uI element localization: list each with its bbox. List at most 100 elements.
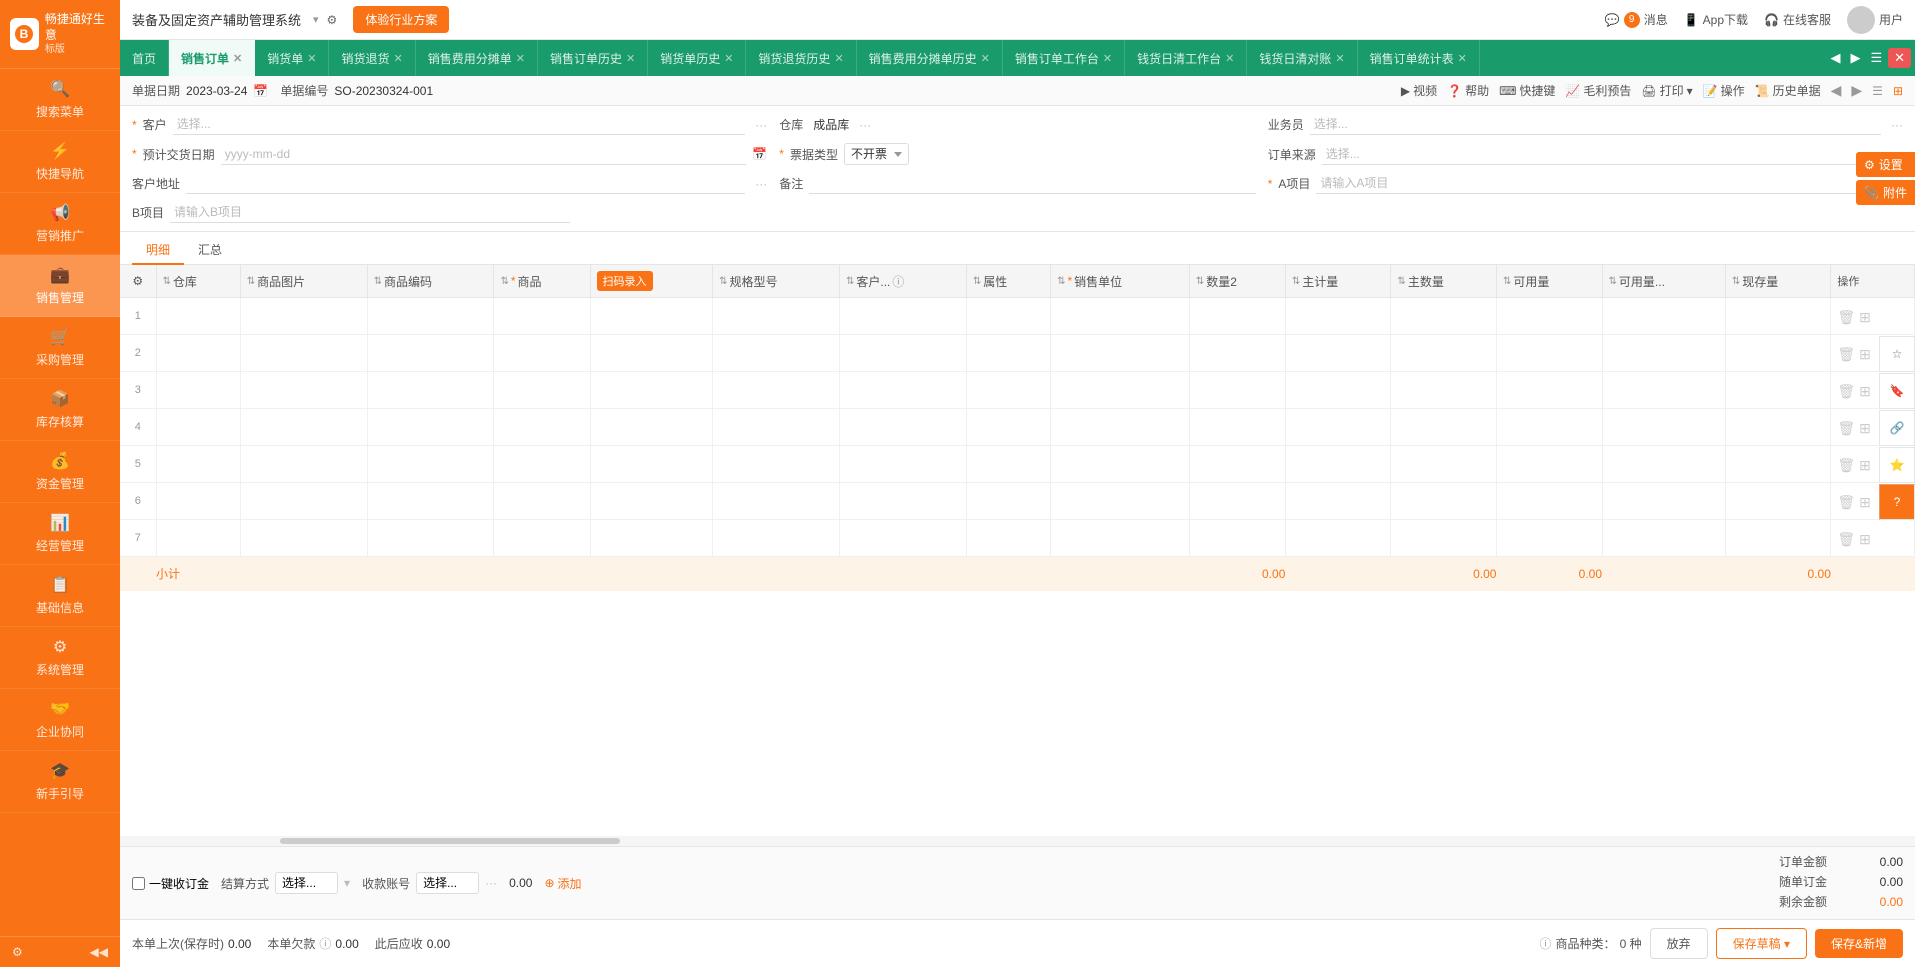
cell-stock[interactable] bbox=[1725, 372, 1831, 409]
scrollbar-thumb[interactable] bbox=[280, 838, 620, 844]
settings-gear-icon[interactable]: ⚙ bbox=[327, 13, 338, 27]
cell-product-code[interactable] bbox=[367, 372, 494, 409]
sidebar-item-purchase[interactable]: 🛒 采购管理 bbox=[0, 317, 120, 379]
tab-close-return-history[interactable]: ✕ bbox=[834, 52, 843, 65]
cell-customer-code[interactable] bbox=[839, 483, 966, 520]
sort-available[interactable]: ⇅ bbox=[1503, 276, 1511, 287]
cell-sales-unit[interactable] bbox=[1051, 372, 1190, 409]
row-delete-icon[interactable]: 🗑 bbox=[1837, 494, 1855, 511]
cell-available[interactable] bbox=[1496, 483, 1602, 520]
attach-btn[interactable]: 📎 附件 bbox=[1856, 180, 1915, 205]
tab-close-sales-order[interactable]: ✕ bbox=[233, 52, 242, 65]
cell-product[interactable] bbox=[494, 446, 590, 483]
row-delete-icon[interactable]: 🗑 bbox=[1837, 383, 1855, 400]
tab-close-sales-return[interactable]: ✕ bbox=[394, 52, 403, 65]
cell-stock[interactable] bbox=[1725, 409, 1831, 446]
tab-close-expense-split[interactable]: ✕ bbox=[516, 52, 525, 65]
cell-stock[interactable] bbox=[1725, 446, 1831, 483]
tab-expense-history[interactable]: 销售费用分摊单历史 ✕ bbox=[857, 40, 1003, 76]
cell-stock[interactable] bbox=[1725, 483, 1831, 520]
address-input[interactable] bbox=[186, 173, 745, 194]
history-button[interactable]: 📜 历史单据 bbox=[1755, 82, 1821, 99]
cell-warehouse[interactable] bbox=[156, 335, 240, 372]
print-button[interactable]: 🖨 打印 ▾ bbox=[1641, 82, 1692, 99]
sidebar-item-basic-info[interactable]: 📋 基础信息 bbox=[0, 565, 120, 627]
cell-quantity2[interactable] bbox=[1189, 483, 1285, 520]
sidebar-item-finance[interactable]: 💰 资金管理 bbox=[0, 441, 120, 503]
cell-main-unit[interactable] bbox=[1285, 483, 1391, 520]
help-button[interactable]: ❓ 帮助 bbox=[1447, 82, 1489, 99]
tab-return-history[interactable]: 销货退货历史 ✕ bbox=[746, 40, 856, 76]
cell-available[interactable] bbox=[1496, 446, 1602, 483]
right-action-2[interactable]: 🔖 bbox=[1879, 373, 1915, 409]
cell-product-code[interactable] bbox=[367, 335, 494, 372]
cell-customer-code[interactable] bbox=[839, 335, 966, 372]
view-button[interactable]: ▶ 视频 bbox=[1401, 82, 1437, 99]
user-item[interactable]: 用户 bbox=[1847, 6, 1903, 34]
tab-daily-workbench[interactable]: 钱货日清工作台 ✕ bbox=[1125, 40, 1247, 76]
sidebar-item-search[interactable]: 🔍 搜索菜单 bbox=[0, 69, 120, 131]
cell-product[interactable] bbox=[494, 335, 590, 372]
cell-warehouse[interactable] bbox=[156, 372, 240, 409]
cell-spec[interactable] bbox=[713, 298, 840, 335]
cell-available-ext[interactable] bbox=[1602, 520, 1725, 557]
cell-product-image[interactable] bbox=[240, 446, 367, 483]
delivery-calendar-icon[interactable]: 📅 bbox=[752, 147, 767, 161]
cell-sales-unit[interactable] bbox=[1051, 446, 1190, 483]
cell-spec[interactable] bbox=[713, 520, 840, 557]
tab-order-history[interactable]: 销售订单历史 ✕ bbox=[538, 40, 648, 76]
tab-menu-icon[interactable]: ☰ bbox=[1866, 48, 1886, 68]
cell-available-ext[interactable] bbox=[1602, 372, 1725, 409]
sort-product-image[interactable]: ⇅ bbox=[247, 276, 255, 287]
cell-product-code[interactable] bbox=[367, 483, 494, 520]
sort-stock[interactable]: ⇅ bbox=[1732, 276, 1740, 287]
cell-spec[interactable] bbox=[713, 372, 840, 409]
sort-product-code[interactable]: ⇅ bbox=[374, 276, 382, 287]
tab-invoice-history[interactable]: 销货单历史 ✕ bbox=[648, 40, 746, 76]
remarks-input[interactable] bbox=[809, 173, 1255, 194]
cell-product-code[interactable] bbox=[367, 298, 494, 335]
cell-product-image[interactable] bbox=[240, 409, 367, 446]
cell-warehouse[interactable] bbox=[156, 446, 240, 483]
cell-customer-code[interactable] bbox=[839, 446, 966, 483]
cell-main-qty[interactable] bbox=[1391, 446, 1497, 483]
tab-sales-order[interactable]: 销售订单 ✕ bbox=[169, 40, 255, 76]
cell-product-image[interactable] bbox=[240, 483, 367, 520]
cell-quantity2[interactable] bbox=[1189, 409, 1285, 446]
cell-spec[interactable] bbox=[713, 335, 840, 372]
info-icon[interactable]: ⓘ bbox=[892, 273, 904, 290]
cell-available-ext[interactable] bbox=[1602, 409, 1725, 446]
cell-main-qty[interactable] bbox=[1391, 298, 1497, 335]
cell-attribute[interactable] bbox=[966, 372, 1050, 409]
settings-btn[interactable]: ⚙ 设置 bbox=[1856, 152, 1915, 177]
tab-sales-return[interactable]: 销货退货 ✕ bbox=[329, 40, 415, 76]
payment-more-icon[interactable]: ▾ bbox=[344, 876, 350, 890]
cell-available-ext[interactable] bbox=[1602, 335, 1725, 372]
tab-reconciliation[interactable]: 钱货日清对账 ✕ bbox=[1247, 40, 1357, 76]
sidebar-item-guide[interactable]: 🎓 新手引导 bbox=[0, 751, 120, 813]
cell-main-unit[interactable] bbox=[1285, 409, 1391, 446]
cell-main-qty[interactable] bbox=[1391, 372, 1497, 409]
b-project-input[interactable] bbox=[170, 202, 570, 223]
cell-sales-unit[interactable] bbox=[1051, 520, 1190, 557]
cell-product[interactable] bbox=[494, 372, 590, 409]
cell-customer-code[interactable] bbox=[839, 372, 966, 409]
row-copy-icon[interactable]: ⊞ bbox=[1859, 420, 1871, 437]
row-copy-icon[interactable]: ⊞ bbox=[1859, 457, 1871, 474]
right-action-4[interactable]: ⭐ bbox=[1879, 447, 1915, 483]
right-action-3[interactable]: 🔗 bbox=[1879, 410, 1915, 446]
save-new-button[interactable]: 保存&新增 bbox=[1815, 929, 1903, 958]
tab-home[interactable]: 首页 bbox=[120, 40, 169, 76]
table-settings-icon[interactable]: ⚙ bbox=[132, 274, 143, 288]
cell-attribute[interactable] bbox=[966, 520, 1050, 557]
cell-quantity2[interactable] bbox=[1189, 372, 1285, 409]
profit-button[interactable]: 📈 毛利预告 bbox=[1565, 82, 1631, 99]
warehouse-more-icon[interactable]: ··· bbox=[859, 118, 871, 132]
tab-close-all-icon[interactable]: ✕ bbox=[1888, 48, 1911, 68]
cell-customer-code[interactable] bbox=[839, 409, 966, 446]
shortcut-button[interactable]: ⌨ 快捷键 bbox=[1499, 82, 1555, 99]
cell-available-ext[interactable] bbox=[1602, 446, 1725, 483]
sidebar-item-sales[interactable]: 💼 销售管理 bbox=[0, 255, 120, 317]
ticket-select[interactable]: 不开票 bbox=[844, 143, 909, 165]
tab-summary[interactable]: 汇总 bbox=[184, 236, 236, 265]
